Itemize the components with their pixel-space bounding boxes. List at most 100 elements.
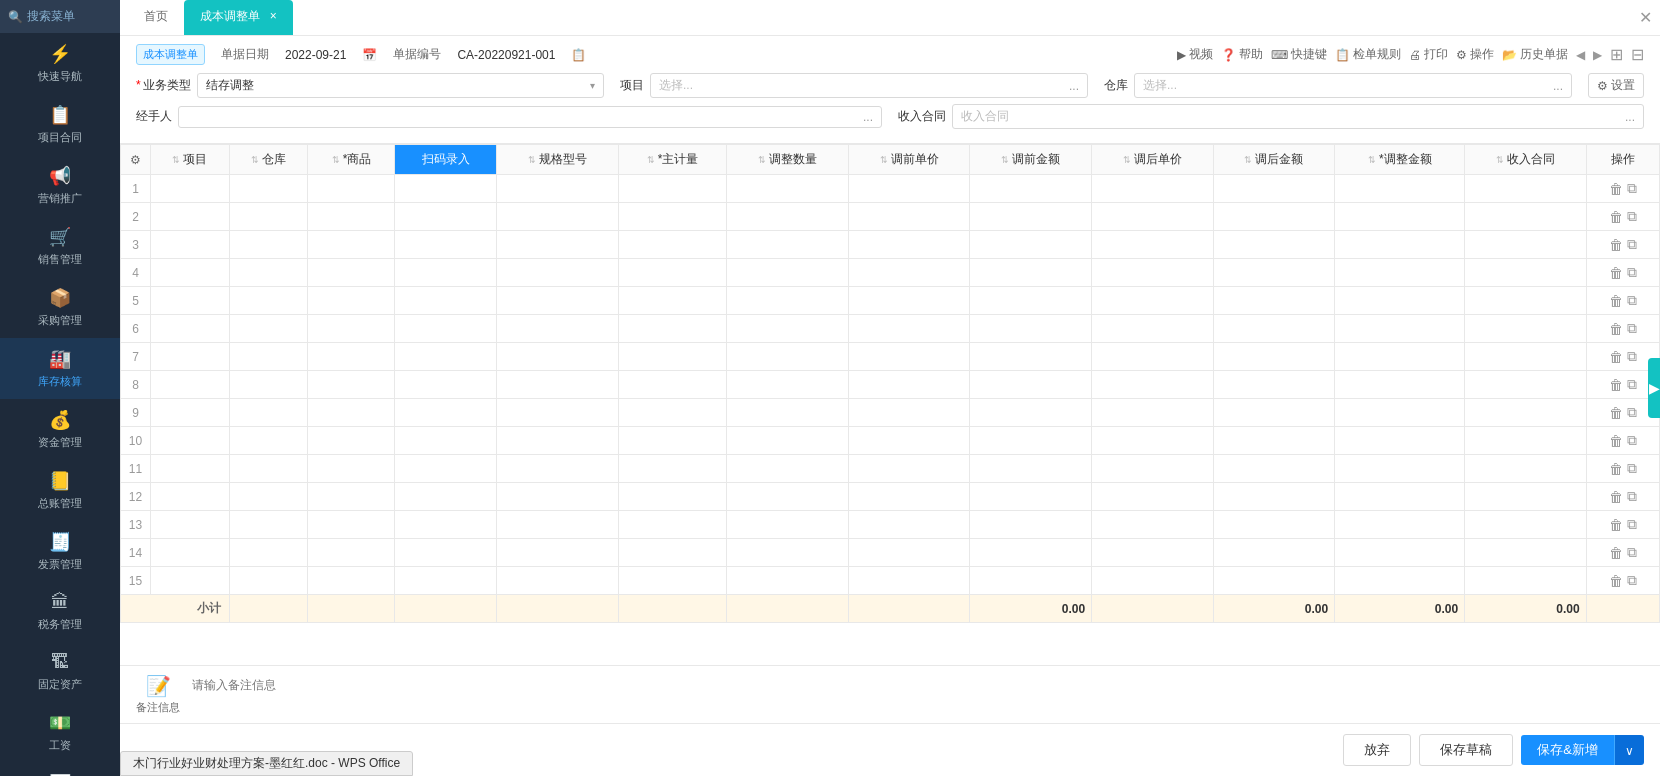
- table-cell[interactable]: [497, 231, 619, 259]
- table-cell[interactable]: [1335, 539, 1465, 567]
- table-cell[interactable]: [395, 175, 497, 203]
- table-cell[interactable]: [1213, 259, 1335, 287]
- table-cell[interactable]: [1213, 175, 1335, 203]
- table-cell[interactable]: [497, 455, 619, 483]
- table-cell[interactable]: [1335, 455, 1465, 483]
- table-cell[interactable]: [308, 175, 395, 203]
- table-cell[interactable]: [970, 343, 1092, 371]
- table-cell[interactable]: [1335, 287, 1465, 315]
- sidebar-item-sales-promo[interactable]: 📢 营销推广: [0, 155, 120, 216]
- delete-icon[interactable]: 🗑: [1609, 181, 1623, 197]
- table-cell[interactable]: [1213, 455, 1335, 483]
- sidebar-item-fixed-assets[interactable]: 🏗 固定资产: [0, 642, 120, 702]
- table-cell[interactable]: [308, 259, 395, 287]
- table-cell[interactable]: [308, 483, 395, 511]
- save-draft-button[interactable]: 保存草稿: [1419, 734, 1513, 766]
- table-cell[interactable]: [151, 315, 230, 343]
- table-cell[interactable]: [1092, 287, 1214, 315]
- table-cell[interactable]: [1213, 567, 1335, 595]
- table-cell[interactable]: [1092, 455, 1214, 483]
- table-cell[interactable]: [1092, 427, 1214, 455]
- table-cell[interactable]: [1335, 175, 1465, 203]
- table-cell[interactable]: [848, 567, 970, 595]
- delete-icon[interactable]: 🗑: [1609, 377, 1623, 393]
- right-panel-indicator[interactable]: ▶: [1648, 358, 1660, 418]
- table-cell[interactable]: [151, 231, 230, 259]
- table-cell[interactable]: [618, 399, 726, 427]
- table-cell[interactable]: [1092, 539, 1214, 567]
- table-cell[interactable]: [229, 399, 308, 427]
- table-cell[interactable]: [848, 315, 970, 343]
- table-cell[interactable]: [1213, 427, 1335, 455]
- table-cell[interactable]: [497, 259, 619, 287]
- table-cell[interactable]: [229, 483, 308, 511]
- action-btn[interactable]: ⚙ 操作: [1456, 46, 1494, 63]
- table-cell[interactable]: [497, 203, 619, 231]
- delete-icon[interactable]: 🗑: [1609, 237, 1623, 253]
- table-cell[interactable]: [848, 511, 970, 539]
- table-cell[interactable]: [618, 567, 726, 595]
- table-cell[interactable]: [308, 343, 395, 371]
- delete-icon[interactable]: 🗑: [1609, 293, 1623, 309]
- table-cell[interactable]: [229, 203, 308, 231]
- table-cell[interactable]: [848, 203, 970, 231]
- copy-row-icon[interactable]: ⧉: [1627, 544, 1637, 561]
- table-cell[interactable]: [1213, 315, 1335, 343]
- agent-input[interactable]: ...: [178, 106, 882, 128]
- table-cell[interactable]: [151, 343, 230, 371]
- copy-row-icon[interactable]: ⧉: [1627, 236, 1637, 253]
- view-btn[interactable]: ▶ 视频: [1177, 46, 1213, 63]
- table-cell[interactable]: [727, 315, 849, 343]
- search-menu-btn[interactable]: 🔍 搜索菜单: [0, 0, 120, 33]
- save-more-button[interactable]: ∨: [1614, 735, 1644, 765]
- table-cell[interactable]: [229, 343, 308, 371]
- table-cell[interactable]: [1092, 343, 1214, 371]
- table-cell[interactable]: [308, 399, 395, 427]
- table-cell[interactable]: [308, 287, 395, 315]
- copy-row-icon[interactable]: ⧉: [1627, 348, 1637, 365]
- table-cell[interactable]: [1465, 511, 1587, 539]
- project-input[interactable]: 选择... ...: [650, 73, 1088, 98]
- table-cell[interactable]: [151, 455, 230, 483]
- table-cell[interactable]: [1213, 539, 1335, 567]
- delete-icon[interactable]: 🗑: [1609, 545, 1623, 561]
- table-cell[interactable]: [970, 259, 1092, 287]
- table-cell[interactable]: [1465, 231, 1587, 259]
- table-cell[interactable]: [229, 287, 308, 315]
- table-cell[interactable]: [618, 203, 726, 231]
- table-cell[interactable]: [618, 371, 726, 399]
- table-cell[interactable]: [1335, 315, 1465, 343]
- table-cell[interactable]: [395, 455, 497, 483]
- copy-row-icon[interactable]: ⧉: [1627, 320, 1637, 337]
- print-btn[interactable]: 🖨 打印: [1409, 46, 1448, 63]
- table-cell[interactable]: [970, 203, 1092, 231]
- table-cell[interactable]: [308, 567, 395, 595]
- copy-row-icon[interactable]: ⧉: [1627, 292, 1637, 309]
- table-cell[interactable]: [848, 287, 970, 315]
- table-cell[interactable]: [497, 287, 619, 315]
- table-cell[interactable]: [727, 567, 849, 595]
- table-cell[interactable]: [618, 483, 726, 511]
- table-cell[interactable]: [727, 371, 849, 399]
- table-cell[interactable]: [1335, 203, 1465, 231]
- table-cell[interactable]: [1465, 567, 1587, 595]
- table-cell[interactable]: [395, 539, 497, 567]
- table-cell[interactable]: [1465, 343, 1587, 371]
- biz-type-input[interactable]: 结存调整 ▾: [197, 73, 604, 98]
- table-cell[interactable]: [618, 539, 726, 567]
- delete-icon[interactable]: 🗑: [1609, 321, 1623, 337]
- table-cell[interactable]: [1092, 399, 1214, 427]
- table-cell[interactable]: [497, 539, 619, 567]
- table-cell[interactable]: [1335, 231, 1465, 259]
- table-cell[interactable]: [1465, 315, 1587, 343]
- table-cell[interactable]: [1335, 371, 1465, 399]
- nav-prev-icon[interactable]: ◀: [1576, 48, 1585, 62]
- table-cell[interactable]: [1092, 315, 1214, 343]
- table-cell[interactable]: [727, 399, 849, 427]
- table-cell[interactable]: [1465, 371, 1587, 399]
- table-cell[interactable]: [229, 511, 308, 539]
- nav-next-icon[interactable]: ▶: [1593, 48, 1602, 62]
- table-cell[interactable]: [970, 371, 1092, 399]
- table-cell[interactable]: [151, 203, 230, 231]
- table-cell[interactable]: [497, 315, 619, 343]
